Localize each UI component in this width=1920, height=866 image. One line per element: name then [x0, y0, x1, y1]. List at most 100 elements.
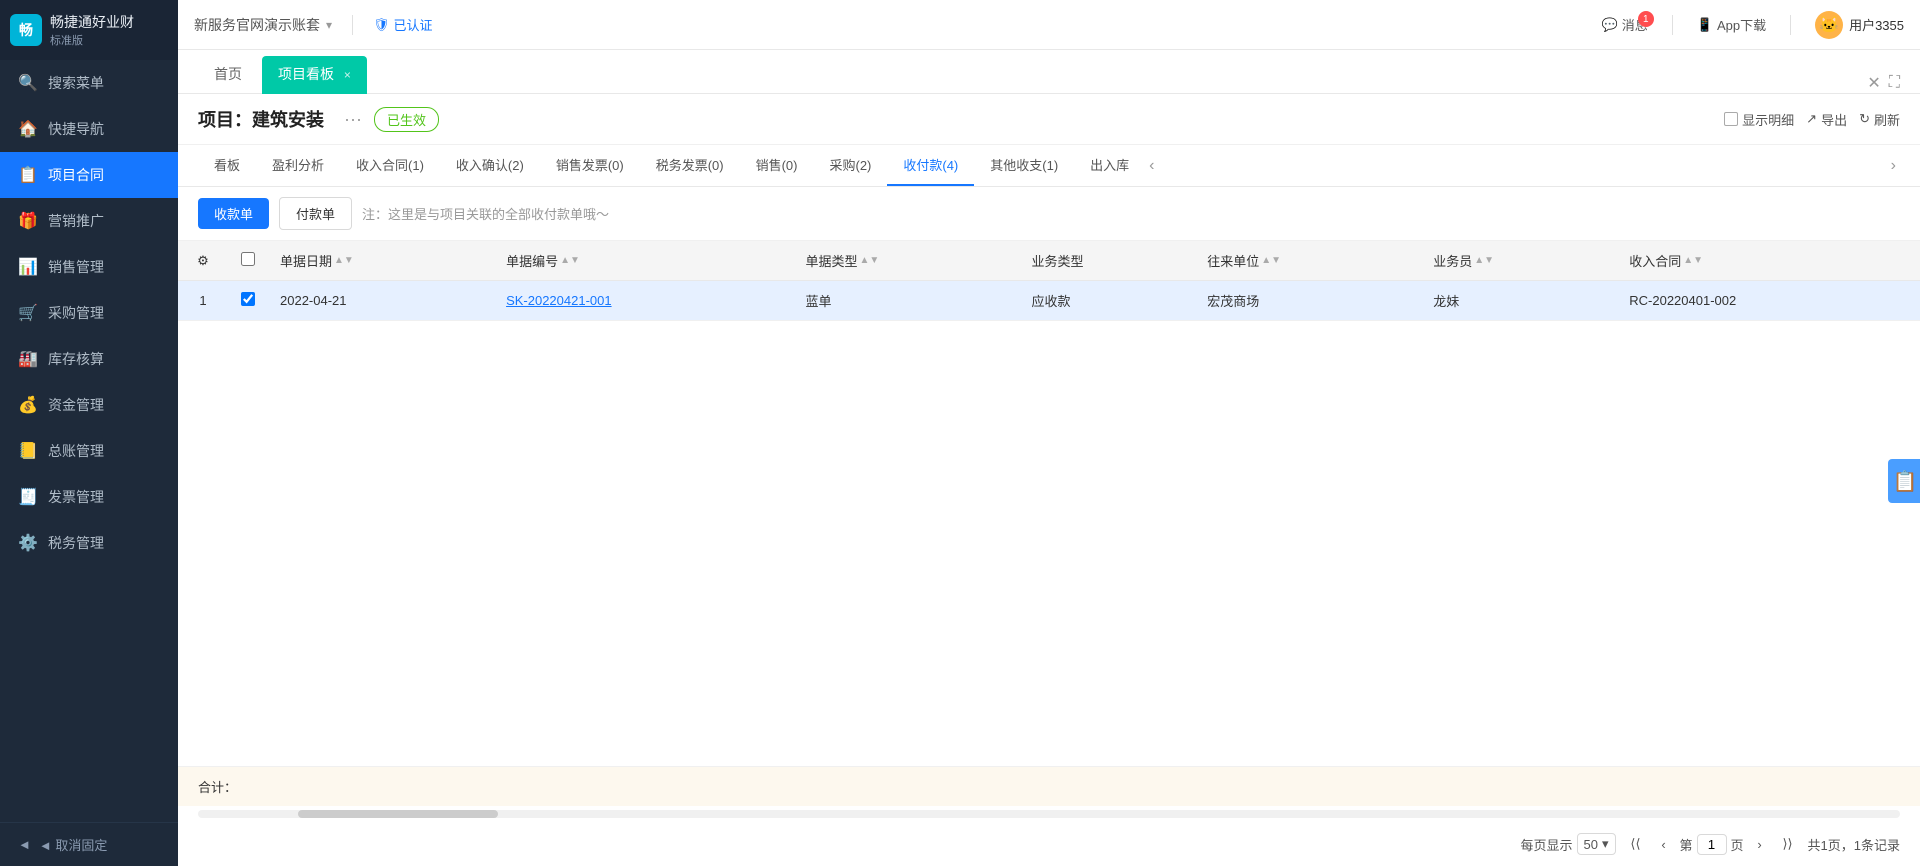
- row-checkbox[interactable]: [241, 292, 255, 306]
- sidebar-item-sales[interactable]: 📊 销售管理: [0, 244, 178, 290]
- subtab-tax-invoice[interactable]: 税务发票(0): [640, 145, 740, 186]
- total-bar: 合计：: [178, 766, 1920, 806]
- sidebar-item-purchase[interactable]: 🛒 采购管理: [0, 290, 178, 336]
- action-bar: 收款单 付款单 注：这里是与项目关联的全部收付款单哦～: [178, 187, 1920, 241]
- prev-page-button[interactable]: ‹: [1652, 832, 1676, 856]
- username-label: 用户3355: [1849, 15, 1904, 34]
- income-contract-sort-icon[interactable]: ▲▼: [1683, 256, 1703, 266]
- topbar-user[interactable]: 🐱 用户3355: [1815, 11, 1904, 39]
- subtabs-arrow-right[interactable]: ›: [1887, 157, 1900, 175]
- topbar-app-download[interactable]: 📱 App下载: [1697, 15, 1766, 34]
- th-checkbox: [228, 241, 268, 281]
- subtab-kanban[interactable]: 看板: [198, 145, 256, 186]
- tab-project-board-label: 项目看板: [278, 66, 334, 82]
- subtab-sales-invoice[interactable]: 销售发票(0): [540, 145, 640, 186]
- cell-type: 蓝单: [793, 281, 1019, 321]
- date-sort-icon[interactable]: ▲▼: [334, 256, 354, 266]
- type-sort-icon[interactable]: ▲▼: [859, 256, 879, 266]
- sidebar-title: 畅捷通好业财: [50, 12, 134, 32]
- maximize-window-icon[interactable]: ⛶: [1889, 74, 1900, 92]
- receipts-button[interactable]: 收款单: [198, 198, 269, 229]
- sidebar-subtitle: 标准版: [50, 32, 134, 48]
- show-detail-checkbox[interactable]: [1724, 112, 1738, 126]
- marketing-icon: 🎁: [18, 211, 38, 231]
- sidebar-item-finance[interactable]: 💰 资金管理: [0, 382, 178, 428]
- message-icon: 💬: [1602, 17, 1618, 33]
- topbar-project-name: 新服务官网演示账套: [194, 15, 320, 35]
- main-content: 新服务官网演示账套 ▾ 🛡 已认证 💬 消息 1 📱 App下载 🐱 用户335…: [178, 0, 1920, 866]
- sidebar-item-tax[interactable]: ⚙️ 税务管理: [0, 520, 178, 566]
- sidebar-item-inventory[interactable]: 🏭 库存核算: [0, 336, 178, 382]
- cell-index: 1: [178, 281, 228, 321]
- page-input[interactable]: [1697, 834, 1727, 855]
- status-badge: 已生效: [374, 107, 439, 132]
- search-icon: 🔍: [18, 73, 38, 93]
- subtab-purchase[interactable]: 采购(2): [813, 145, 887, 186]
- sidebar-item-invoice[interactable]: 🧾 发票管理: [0, 474, 178, 520]
- topbar-certified: 🛡 已认证: [373, 15, 433, 34]
- sidebar-unpin[interactable]: ◄ ◄ 取消固定: [0, 822, 178, 866]
- purchase-icon: 🛒: [18, 303, 38, 323]
- subtabs: 看板盈利分析收入合同(1)收入确认(2)销售发票(0)税务发票(0)销售(0)采…: [178, 145, 1920, 187]
- first-page-button[interactable]: ⟨⟨: [1624, 832, 1648, 856]
- per-page-select[interactable]: 50 ▾: [1577, 833, 1616, 855]
- show-detail-action[interactable]: 显示明细: [1724, 110, 1794, 129]
- settings-icon[interactable]: ⚙: [197, 253, 209, 268]
- topbar-divider3: [1790, 15, 1791, 35]
- topbar-right: 💬 消息 1 📱 App下载 🐱 用户3355: [1602, 11, 1904, 39]
- subtab-other[interactable]: 其他收支(1): [974, 145, 1074, 186]
- th-number: 单据编号 ▲▼: [494, 241, 793, 281]
- subtab-income-contract[interactable]: 收入合同(1): [340, 145, 440, 186]
- refresh-action[interactable]: ↻ 刷新: [1859, 110, 1900, 129]
- sidebar-item-search[interactable]: 🔍 搜索菜单: [0, 60, 178, 106]
- sidebar-item-quick[interactable]: 🏠 快捷导航: [0, 106, 178, 152]
- topbar-messages[interactable]: 💬 消息 1: [1602, 15, 1648, 34]
- topbar-divider2: [1672, 15, 1673, 35]
- th-type: 单据类型 ▲▼: [793, 241, 1019, 281]
- select-all-checkbox[interactable]: [241, 252, 255, 266]
- partner-sort-icon[interactable]: ▲▼: [1261, 256, 1281, 266]
- pagination: 每页显示 50 ▾ ⟨⟨ ‹ 第 页 › ⟩⟩ 共1页，1条记录: [178, 822, 1920, 866]
- scroll-track[interactable]: [198, 810, 1900, 818]
- sidebar-item-project[interactable]: 📋 项目合同: [0, 152, 178, 198]
- right-panel-icon: 📋: [1893, 469, 1915, 493]
- sidebar-item-ledger[interactable]: 📒 总账管理: [0, 428, 178, 474]
- export-action[interactable]: ↗ 导出: [1806, 110, 1847, 129]
- table-body: 1 2022-04-21 SK-20220421-001 蓝单 应收款 宏茂商场…: [178, 281, 1920, 321]
- subtab-sales[interactable]: 销售(0): [740, 145, 814, 186]
- tab-home[interactable]: 首页: [198, 56, 258, 94]
- cell-checkbox: [228, 281, 268, 321]
- payments-button[interactable]: 付款单: [279, 197, 352, 230]
- record-number-link[interactable]: SK-20220421-001: [506, 293, 612, 308]
- subtab-profit[interactable]: 盈利分析: [256, 145, 340, 186]
- subtab-income-confirm[interactable]: 收入确认(2): [440, 145, 540, 186]
- tabbar: 首页 项目看板 × ✕ ⛶: [178, 50, 1920, 94]
- tab-close-icon[interactable]: ×: [344, 68, 351, 82]
- page-more-icon[interactable]: ···: [344, 109, 362, 130]
- page-suffix: 页: [1731, 835, 1744, 854]
- tab-project-board[interactable]: 项目看板 ×: [262, 56, 367, 94]
- last-page-button[interactable]: ⟩⟩: [1776, 832, 1800, 856]
- cell-biz-type: 应收款: [1020, 281, 1196, 321]
- sidebar-header: 畅 畅捷通好业财 标准版: [0, 0, 178, 60]
- subtab-inout[interactable]: 出入库: [1074, 145, 1145, 186]
- next-page-button[interactable]: ›: [1748, 832, 1772, 856]
- subtab-receipts[interactable]: 收付款(4): [887, 145, 974, 186]
- right-panel-float[interactable]: 📋: [1888, 459, 1920, 503]
- sidebar-logo: 畅: [10, 14, 42, 46]
- th-settings[interactable]: ⚙: [178, 241, 228, 281]
- sidebar-item-marketing[interactable]: 🎁 营销推广: [0, 198, 178, 244]
- subtabs-arrow-left[interactable]: ‹: [1145, 157, 1158, 175]
- topbar-dropdown-icon[interactable]: ▾: [326, 18, 332, 32]
- tab-home-label: 首页: [214, 66, 242, 82]
- scroll-thumb[interactable]: [298, 810, 498, 818]
- th-income-contract: 收入合同 ▲▼: [1617, 241, 1920, 281]
- project-icon: 📋: [18, 165, 38, 185]
- shield-icon: 🛡: [373, 17, 390, 33]
- close-window-icon[interactable]: ✕: [1867, 73, 1880, 93]
- table-row[interactable]: 1 2022-04-21 SK-20220421-001 蓝单 应收款 宏茂商场…: [178, 281, 1920, 321]
- messages-badge: 1: [1638, 11, 1654, 27]
- invoice-icon: 🧾: [18, 487, 38, 507]
- number-sort-icon[interactable]: ▲▼: [560, 256, 580, 266]
- salesperson-sort-icon[interactable]: ▲▼: [1474, 256, 1494, 266]
